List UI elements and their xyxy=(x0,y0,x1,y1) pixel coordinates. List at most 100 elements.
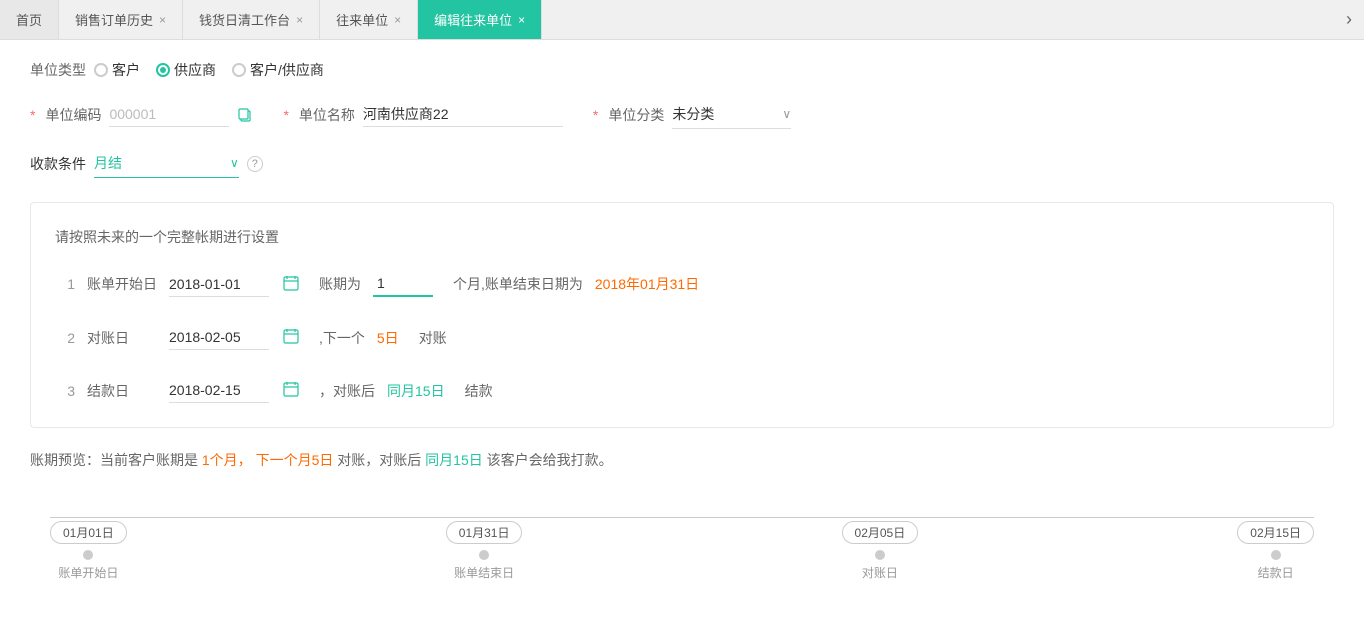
setting-label-3: 结款日 xyxy=(87,381,157,401)
preview-part4: 同月15日 xyxy=(425,452,483,468)
setting-label-1: 账单开始日 xyxy=(87,274,157,294)
preview-part2: 下一个月5日 xyxy=(256,452,334,468)
payment-dropdown-arrow: ∨ xyxy=(230,156,239,170)
tab-sales-history-close[interactable]: × xyxy=(159,13,166,27)
unit-name-required: * xyxy=(283,107,288,123)
unit-category-required: * xyxy=(593,107,598,123)
card-instruction: 请按照未来的一个完整帐期进行设置 xyxy=(55,227,1309,247)
payment-desc-prefix: ，对账后 xyxy=(319,381,375,401)
timeline-point-4: 02月15日 结款日 xyxy=(1237,521,1314,581)
settings-card: 请按照未来的一个完整帐期进行设置 1 账单开始日 账期为 个月,账单结束日期为 … xyxy=(30,202,1334,428)
radio-customer-supplier-circle xyxy=(232,63,246,77)
timeline-point-1: 01月01日 账单开始日 xyxy=(50,521,127,581)
copy-icon[interactable] xyxy=(237,107,253,123)
tab-partner-label: 往来单位 xyxy=(336,10,388,29)
tab-edit-partner-close[interactable]: × xyxy=(518,13,525,27)
radio-customer[interactable]: 客户 xyxy=(94,60,140,80)
timeline-point-3: 02月05日 对账日 xyxy=(842,521,919,581)
timeline-label-3: 对账日 xyxy=(862,564,898,581)
preview-part5: 该客户会给我打款。 xyxy=(487,452,613,468)
radio-customer-supplier[interactable]: 客户/供应商 xyxy=(232,60,324,80)
radio-supplier[interactable]: 供应商 xyxy=(156,60,216,80)
payment-date-calendar-icon[interactable] xyxy=(283,381,299,400)
tab-sales-history-label: 销售订单历史 xyxy=(75,10,153,29)
unit-category-group: * 单位分类 未分类 ∨ xyxy=(593,100,791,129)
radio-customer-circle xyxy=(94,63,108,77)
preview-part1: 1个月， xyxy=(202,452,252,468)
period-end-date: 2018年01月31日 xyxy=(595,274,699,294)
reconcile-date-calendar-icon[interactable] xyxy=(283,328,299,347)
timeline-dot-2 xyxy=(479,550,489,560)
main-content: 单位类型 客户 供应商 客户/供应商 * 单位编码 xyxy=(0,40,1364,631)
unit-info-row: * 单位编码 * 单位名称 * 单位分类 未分类 ∨ xyxy=(30,100,1334,129)
timeline-points: 01月01日 账单开始日 01月31日 账单结束日 02月05日 对账日 xyxy=(50,507,1314,581)
radio-supplier-circle xyxy=(156,63,170,77)
timeline-label-4: 结款日 xyxy=(1258,564,1294,581)
setting-index-3: 3 xyxy=(55,383,75,399)
unit-category-arrow: ∨ xyxy=(782,107,791,121)
unit-type-row: 单位类型 客户 供应商 客户/供应商 xyxy=(30,60,1334,80)
radio-supplier-label: 供应商 xyxy=(174,60,216,80)
unit-type-label: 单位类型 xyxy=(30,60,86,80)
reconcile-highlight: 5日 xyxy=(377,328,399,348)
tab-edit-partner[interactable]: 编辑往来单位 × xyxy=(418,0,542,39)
start-date-calendar-icon[interactable] xyxy=(283,275,299,294)
unit-code-input[interactable] xyxy=(109,102,229,127)
tab-edit-partner-label: 编辑往来单位 xyxy=(434,10,512,29)
unit-category-label: 单位分类 xyxy=(608,105,664,125)
tab-sales-history[interactable]: 销售订单历史 × xyxy=(59,0,183,39)
payment-select[interactable]: 月结 ∨ xyxy=(94,149,239,178)
tab-more-button[interactable]: › xyxy=(1334,0,1364,39)
tab-cash-work-close[interactable]: × xyxy=(296,13,303,27)
payment-row: 收款条件 月结 ∨ ? xyxy=(30,149,1334,178)
preview-part3: 对账，对账后 xyxy=(337,452,421,468)
timeline-point-2: 01月31日 账单结束日 xyxy=(446,521,523,581)
unit-code-label: 单位编码 xyxy=(45,105,101,125)
period-input[interactable] xyxy=(373,271,433,297)
tab-bar: 首页 销售订单历史 × 钱货日清工作台 × 往来单位 × 编辑往来单位 × › xyxy=(0,0,1364,40)
help-icon[interactable]: ? xyxy=(247,156,263,172)
timeline: 01月01日 账单开始日 01月31日 账单结束日 02月05日 对账日 xyxy=(30,497,1334,611)
payment-date-input[interactable] xyxy=(169,378,269,403)
tab-cash-work-label: 钱货日清工作台 xyxy=(199,10,290,29)
timeline-dot-3 xyxy=(875,550,885,560)
start-date-input[interactable] xyxy=(169,272,269,297)
payment-highlight: 同月15日 xyxy=(387,381,445,401)
reconcile-date-input[interactable] xyxy=(169,325,269,350)
setting-label-2: 对账日 xyxy=(87,328,157,348)
unit-name-input[interactable] xyxy=(363,102,563,127)
unit-code-required: * xyxy=(30,107,35,123)
timeline-label-1: 账单开始日 xyxy=(58,564,118,581)
unit-name-group: * 单位名称 xyxy=(283,102,562,127)
period-suffix-1: 个月,账单结束日期为 xyxy=(453,274,583,294)
tab-home-label: 首页 xyxy=(16,10,42,29)
payment-value: 月结 xyxy=(94,153,122,173)
setting-row-3: 3 结款日 ，对账后同月15日结款 xyxy=(55,378,1309,403)
setting-row-1: 1 账单开始日 账期为 个月,账单结束日期为 2018年01月31日 xyxy=(55,271,1309,297)
timeline-date-4: 02月15日 xyxy=(1237,521,1314,544)
preview-section: 账期预览：当前客户账期是 1个月， 下一个月5日 对账，对账后 同月15日 该客… xyxy=(30,448,1334,473)
radio-customer-supplier-label: 客户/供应商 xyxy=(250,60,324,80)
tab-cash-work[interactable]: 钱货日清工作台 × xyxy=(183,0,320,39)
payment-desc-suffix: 结款 xyxy=(465,381,493,401)
timeline-date-2: 01月31日 xyxy=(446,521,523,544)
unit-code-group: * 单位编码 xyxy=(30,102,253,127)
unit-category-value: 未分类 xyxy=(672,104,714,124)
reconcile-desc-suffix: 对账 xyxy=(419,328,447,348)
unit-type-group: 单位类型 客户 供应商 客户/供应商 xyxy=(30,60,324,80)
setting-index-1: 1 xyxy=(55,276,75,292)
radio-customer-label: 客户 xyxy=(112,60,140,80)
unit-type-radio-group: 客户 供应商 客户/供应商 xyxy=(94,60,324,80)
timeline-dot-4 xyxy=(1271,550,1281,560)
payment-label: 收款条件 xyxy=(30,154,86,174)
setting-row-2: 2 对账日 ,下一个5日对账 xyxy=(55,325,1309,350)
unit-category-select[interactable]: 未分类 ∨ xyxy=(672,100,791,129)
period-prefix-1: 账期为 xyxy=(319,274,361,294)
setting-index-2: 2 xyxy=(55,330,75,346)
tab-partner[interactable]: 往来单位 × xyxy=(320,0,418,39)
tab-partner-close[interactable]: × xyxy=(394,13,401,27)
timeline-date-1: 01月01日 xyxy=(50,521,127,544)
tab-home[interactable]: 首页 xyxy=(0,0,59,39)
timeline-dot-1 xyxy=(83,550,93,560)
unit-name-label: 单位名称 xyxy=(299,105,355,125)
